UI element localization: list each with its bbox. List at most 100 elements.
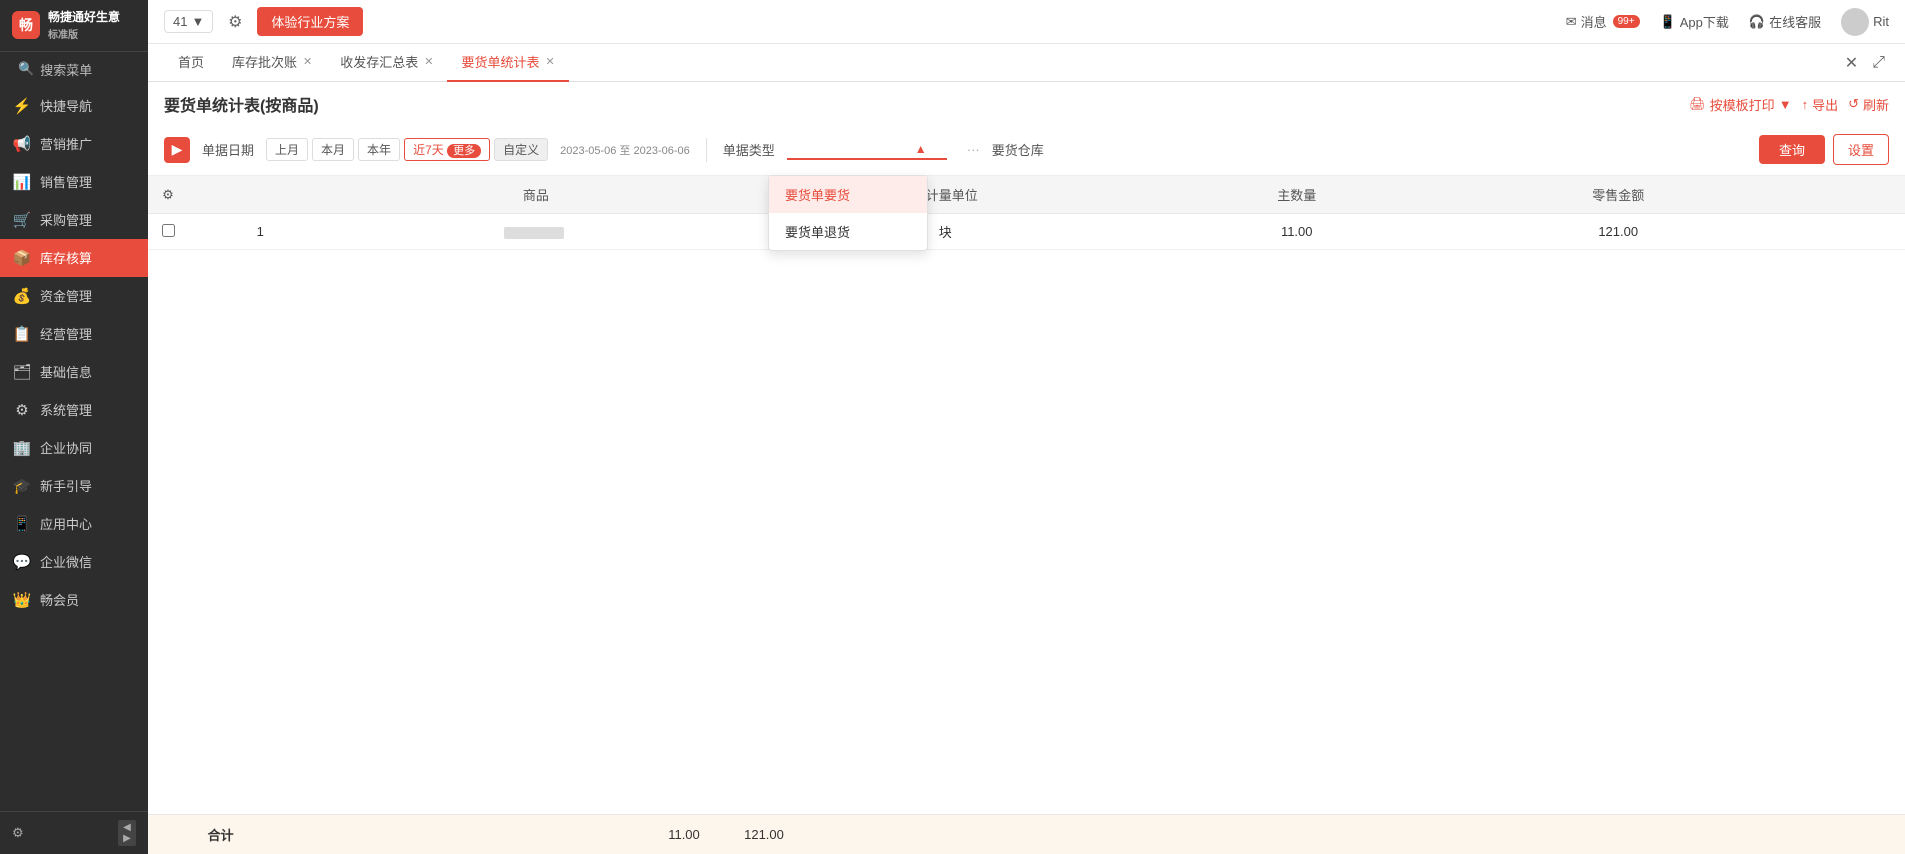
tab-expand-btn[interactable]: ⤢ xyxy=(1868,52,1889,74)
th-settings[interactable]: ⚙ xyxy=(148,176,188,214)
template-print-btn[interactable]: 🖨 按模板打印 ▼ xyxy=(1689,95,1791,114)
sidebar-item-system[interactable]: ⚙ 系统管理 xyxy=(0,391,148,429)
sidebar-item-label: 库存核算 xyxy=(40,248,92,267)
tab-requisition-stats-label: 要货单统计表 xyxy=(461,52,539,71)
export-label: 导出 xyxy=(1812,95,1838,114)
topbar: 41 ▼ ⚙ 体验行业方案 ✉ 消息 99+ 📱 App下载 🎧 在线客服 R xyxy=(148,0,1905,44)
tab-requisition-stats[interactable]: 要货单统计表 ✕ xyxy=(447,44,568,82)
sidebar-item-label: 新手引导 xyxy=(40,476,92,495)
template-print-icon: 🖨 xyxy=(1689,96,1706,112)
page-content: 要货单统计表(按商品) 🖨 按模板打印 ▼ ↑ 导出 ↺ 刷新 ▶ xyxy=(148,82,1905,854)
setting-button[interactable]: 设置 xyxy=(1833,134,1889,165)
messages-btn[interactable]: ✉ 消息 99+ xyxy=(1566,12,1640,31)
date-btn-year[interactable]: 本年 xyxy=(358,138,400,161)
type-filter-arrow-icon[interactable]: ▲ xyxy=(915,142,927,156)
sidebar-item-operations[interactable]: 📋 经营管理 xyxy=(0,315,148,353)
sidebar-item-wechat[interactable]: 💬 企业微信 xyxy=(0,543,148,581)
topbar-left: 41 ▼ ⚙ 体验行业方案 xyxy=(164,7,363,36)
sidebar-item-label: 采购管理 xyxy=(40,210,92,229)
logo-title: 畅捷通好生意 xyxy=(48,10,120,26)
td-checkbox[interactable] xyxy=(148,214,188,250)
export-btn[interactable]: ↑ 导出 xyxy=(1802,95,1839,114)
sidebar-item-purchase[interactable]: 🛒 采购管理 xyxy=(0,201,148,239)
topbar-right: ✉ 消息 99+ 📱 App下载 🎧 在线客服 Rit xyxy=(1566,8,1889,36)
company-selector[interactable]: 41 ▼ xyxy=(164,10,213,33)
table-header-row: ⚙ 商品 主计量单位 主数量 零售金额 xyxy=(148,176,1905,214)
footer-amount: 121.00 xyxy=(724,827,804,842)
selector-arrow-icon: ▼ xyxy=(191,14,204,29)
user-name: Rit xyxy=(1873,14,1889,29)
trial-industry-button[interactable]: 体验行业方案 xyxy=(257,7,363,36)
sidebar-collapse-btn[interactable]: ◀▶ xyxy=(118,820,136,846)
filter-toggle-btn[interactable]: ▶ xyxy=(164,137,190,163)
search-icon: 🔍 xyxy=(18,61,34,77)
sidebar-item-inventory[interactable]: 📦 库存核算 xyxy=(0,239,148,277)
tab-collection-summary-close[interactable]: ✕ xyxy=(424,55,433,68)
tab-collection-summary[interactable]: 收发存汇总表 ✕ xyxy=(326,44,447,82)
page-title: 要货单统计表(按商品) xyxy=(164,92,319,124)
filter-divider xyxy=(706,138,707,162)
type-filter-input[interactable] xyxy=(791,141,911,156)
data-table-wrap: ⚙ 商品 主计量单位 主数量 零售金额 1 xyxy=(148,176,1905,814)
tab-batch-account[interactable]: 库存批次账 ✕ xyxy=(218,44,326,82)
search-menu[interactable]: 🔍 搜索菜单 xyxy=(0,52,148,87)
sidebar-item-member[interactable]: 👑 畅会员 xyxy=(0,581,148,619)
wechat-icon: 💬 xyxy=(12,552,32,572)
date-btn-current[interactable]: 本月 xyxy=(312,138,354,161)
th-index xyxy=(188,176,332,214)
sidebar-item-label: 企业微信 xyxy=(40,552,92,571)
tab-home[interactable]: 首页 xyxy=(164,44,218,82)
date-btn-custom[interactable]: 自定义 xyxy=(494,138,548,161)
sidebar-bottom: ⚙ ◀▶ xyxy=(0,811,148,854)
messages-badge: 99+ xyxy=(1613,15,1640,28)
user-avatar xyxy=(1841,8,1869,36)
sidebar-item-app-center[interactable]: 📱 应用中心 xyxy=(0,505,148,543)
tabs-bar: 首页 库存批次账 ✕ 收发存汇总表 ✕ 要货单统计表 ✕ ✕ ⤢ xyxy=(148,44,1905,82)
search-label: 搜索菜单 xyxy=(40,60,92,79)
template-print-arrow[interactable]: ▼ xyxy=(1779,97,1792,112)
topbar-settings-btn[interactable]: ⚙ xyxy=(221,8,249,36)
refresh-btn[interactable]: ↺ 刷新 xyxy=(1848,95,1889,114)
inventory-icon: 📦 xyxy=(12,248,32,268)
sidebar-nav: ⚡ 快捷导航 📢 营销推广 📊 销售管理 🛒 采购管理 📦 库存核算 💰 资金管… xyxy=(0,87,148,811)
logo-icon: 畅 xyxy=(12,11,40,39)
tab-collection-summary-label: 收发存汇总表 xyxy=(340,52,418,71)
user-profile-btn[interactable]: Rit xyxy=(1841,8,1889,36)
sidebar-item-label: 快捷导航 xyxy=(40,96,92,115)
td-extra xyxy=(1794,214,1905,250)
enterprise-icon: 🏢 xyxy=(12,438,32,458)
template-print-label: 按模板打印 xyxy=(1710,95,1775,114)
sidebar-item-sales[interactable]: 📊 销售管理 xyxy=(0,163,148,201)
sidebar-item-quick-nav[interactable]: ⚡ 快捷导航 xyxy=(0,87,148,125)
sidebar-item-guide[interactable]: 🎓 新手引导 xyxy=(0,467,148,505)
query-button[interactable]: 查询 xyxy=(1759,135,1825,164)
td-quantity: 11.00 xyxy=(1151,214,1442,250)
dropdown-item-requisition-order[interactable]: 要货单要货 xyxy=(769,176,927,213)
sidebar-item-base-info[interactable]: 🗂 基础信息 xyxy=(0,353,148,391)
settings-bottom-icon[interactable]: ⚙ xyxy=(12,825,24,841)
tab-requisition-stats-close[interactable]: ✕ xyxy=(546,55,555,68)
sidebar-item-marketing[interactable]: 📢 营销推广 xyxy=(0,125,148,163)
app-download-btn[interactable]: 📱 App下载 xyxy=(1660,12,1729,31)
sidebar-item-label: 营销推广 xyxy=(40,134,92,153)
sidebar-item-label: 经营管理 xyxy=(40,324,92,343)
date-btn-week[interactable]: 近7天 更多 xyxy=(404,138,490,161)
sidebar-item-enterprise[interactable]: 🏢 企业协同 xyxy=(0,429,148,467)
dropdown-item-requisition-return[interactable]: 要货单退货 xyxy=(769,213,927,250)
table-row: 1 块 11.00 121.00 xyxy=(148,214,1905,250)
online-service-btn[interactable]: 🎧 在线客服 xyxy=(1749,12,1821,31)
tab-batch-account-close[interactable]: ✕ xyxy=(303,55,312,68)
tab-close-all-btn[interactable]: ✕ xyxy=(1841,51,1862,75)
filter-more-icon[interactable]: ··· xyxy=(967,142,980,157)
service-icon: 🎧 xyxy=(1749,14,1765,30)
th-amount: 零售金额 xyxy=(1442,176,1794,214)
more-badge: 更多 xyxy=(447,144,481,158)
sidebar-item-finance[interactable]: 💰 资金管理 xyxy=(0,277,148,315)
sidebar-item-label: 资金管理 xyxy=(40,286,92,305)
guide-icon: 🎓 xyxy=(12,476,32,496)
tab-batch-account-label: 库存批次账 xyxy=(232,52,297,71)
refresh-label: 刷新 xyxy=(1863,95,1889,114)
date-filter-label: 单据日期 xyxy=(202,140,254,159)
date-btn-up[interactable]: 上月 xyxy=(266,138,308,161)
sidebar-item-label: 系统管理 xyxy=(40,400,92,419)
